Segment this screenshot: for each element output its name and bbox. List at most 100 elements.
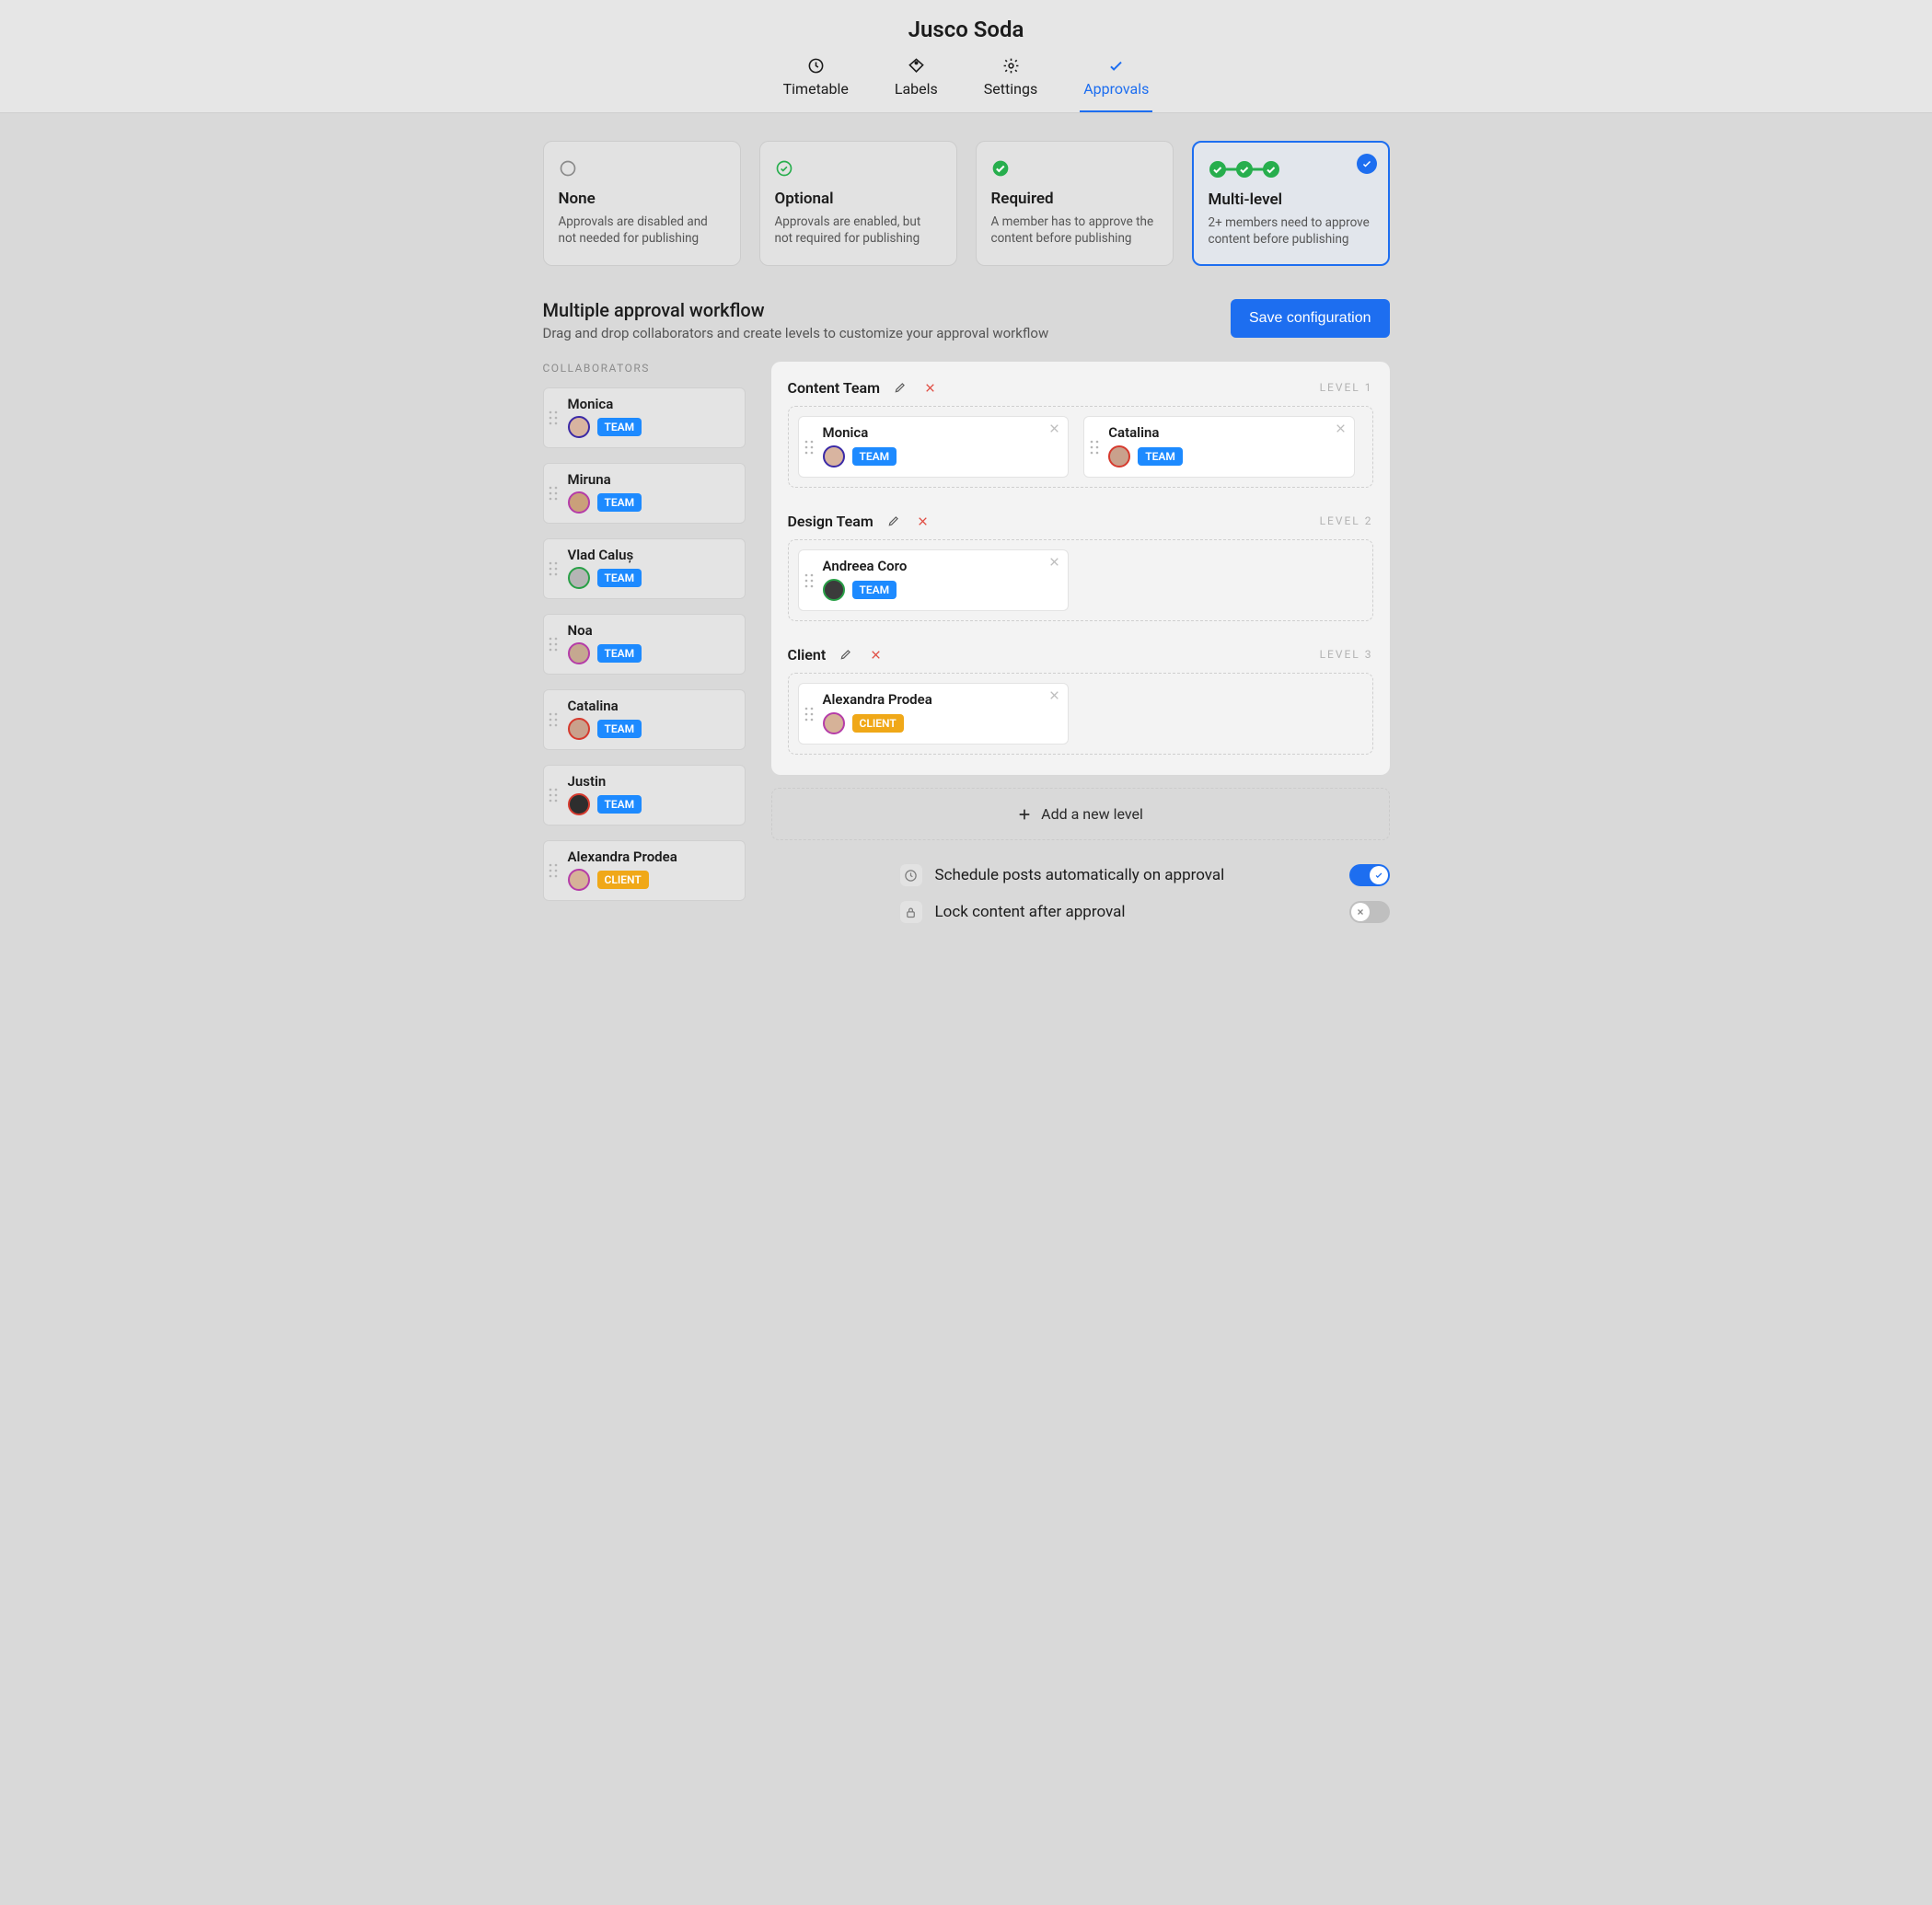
member-name: Monica bbox=[823, 424, 1043, 441]
avatar bbox=[823, 579, 845, 601]
check-outline-icon bbox=[775, 159, 793, 178]
level-member-chip[interactable]: Alexandra Prodea CLIENT bbox=[798, 683, 1070, 745]
card-multilevel[interactable]: Multi-level 2+ members need to approve c… bbox=[1192, 141, 1390, 266]
collaborator-item[interactable]: Vlad Caluș TEAM bbox=[543, 538, 746, 599]
remove-member-icon[interactable] bbox=[1048, 556, 1060, 568]
card-required[interactable]: Required A member has to approve the con… bbox=[976, 141, 1174, 266]
approval-level: Client LEVEL 3 Alexandra Prodea CLIENT bbox=[788, 645, 1373, 755]
drag-handle-icon[interactable] bbox=[544, 486, 562, 501]
level-title: Client bbox=[788, 646, 827, 664]
tab-timetable[interactable]: Timetable bbox=[780, 52, 852, 112]
collaborator-item[interactable]: Miruna TEAM bbox=[543, 463, 746, 524]
drag-handle-icon[interactable] bbox=[544, 863, 562, 878]
drag-handle-icon[interactable] bbox=[544, 561, 562, 576]
circle-icon bbox=[559, 159, 577, 178]
role-badge: TEAM bbox=[597, 720, 642, 738]
toggle-schedule[interactable] bbox=[1349, 864, 1390, 886]
level-member-chip[interactable]: Andreea Coro TEAM bbox=[798, 549, 1070, 611]
level-number-label: LEVEL 3 bbox=[1320, 648, 1373, 661]
role-badge: TEAM bbox=[597, 569, 642, 587]
delete-level-icon[interactable] bbox=[920, 378, 939, 397]
collaborator-name: Catalina bbox=[568, 698, 735, 714]
level-drop-zone[interactable]: Alexandra Prodea CLIENT bbox=[788, 673, 1373, 755]
card-desc: Approvals are enabled, but not required … bbox=[775, 214, 942, 247]
toggle-label: Schedule posts automatically on approval bbox=[935, 866, 1225, 884]
edit-level-icon[interactable] bbox=[891, 378, 909, 397]
card-title: Required bbox=[991, 190, 1158, 208]
role-badge: TEAM bbox=[597, 418, 642, 436]
avatar bbox=[568, 718, 590, 740]
level-member-chip[interactable]: Monica TEAM bbox=[798, 416, 1070, 478]
levels-panel: Content Team LEVEL 1 Monica TEAM Catalin… bbox=[771, 362, 1390, 775]
level-title: Design Team bbox=[788, 513, 873, 530]
avatar bbox=[568, 793, 590, 815]
toggle-options: Schedule posts automatically on approval… bbox=[771, 864, 1390, 923]
level-title: Content Team bbox=[788, 379, 881, 397]
drag-handle-icon[interactable] bbox=[799, 573, 819, 588]
drag-handle-icon[interactable] bbox=[544, 788, 562, 802]
header: Jusco Soda Timetable Labels Settings App… bbox=[0, 0, 1932, 113]
page-title: Jusco Soda bbox=[0, 17, 1932, 42]
remove-member-icon[interactable] bbox=[1048, 689, 1060, 701]
level-drop-zone[interactable]: Andreea Coro TEAM bbox=[788, 539, 1373, 621]
drag-handle-icon[interactable] bbox=[544, 637, 562, 652]
approval-level: Content Team LEVEL 1 Monica TEAM Catalin… bbox=[788, 378, 1373, 488]
toggle-lock[interactable] bbox=[1349, 901, 1390, 923]
drag-handle-icon[interactable] bbox=[1084, 440, 1105, 455]
check-chain-icon bbox=[1209, 160, 1280, 179]
collaborator-item[interactable]: Noa TEAM bbox=[543, 614, 746, 675]
remove-member-icon[interactable] bbox=[1048, 422, 1060, 434]
clock-icon bbox=[900, 864, 922, 886]
drag-handle-icon[interactable] bbox=[544, 712, 562, 727]
toggle-knob bbox=[1351, 903, 1370, 921]
check-icon bbox=[1107, 57, 1125, 75]
collaborator-item[interactable]: Alexandra Prodea CLIENT bbox=[543, 840, 746, 901]
toggle-knob bbox=[1370, 866, 1388, 884]
tab-labels[interactable]: Labels bbox=[891, 52, 942, 112]
role-badge: CLIENT bbox=[852, 714, 904, 733]
add-level-button[interactable]: Add a new level bbox=[771, 788, 1390, 840]
role-badge: TEAM bbox=[597, 644, 642, 663]
delete-level-icon[interactable] bbox=[914, 512, 932, 530]
level-drop-zone[interactable]: Monica TEAM Catalina TEAM bbox=[788, 406, 1373, 488]
toggle-schedule-row: Schedule posts automatically on approval bbox=[900, 864, 1390, 886]
workflow-title: Multiple approval workflow bbox=[543, 299, 1049, 321]
level-member-chip[interactable]: Catalina TEAM bbox=[1083, 416, 1355, 478]
card-none[interactable]: None Approvals are disabled and not need… bbox=[543, 141, 741, 266]
tab-settings[interactable]: Settings bbox=[980, 52, 1041, 112]
drag-handle-icon[interactable] bbox=[799, 440, 819, 455]
avatar bbox=[823, 712, 845, 734]
card-title: None bbox=[559, 190, 725, 208]
edit-level-icon[interactable] bbox=[885, 512, 903, 530]
collaborator-name: Justin bbox=[568, 773, 735, 790]
remove-member-icon[interactable] bbox=[1335, 422, 1347, 434]
level-number-label: LEVEL 1 bbox=[1320, 381, 1373, 394]
edit-level-icon[interactable] bbox=[837, 645, 855, 664]
delete-level-icon[interactable] bbox=[866, 645, 885, 664]
member-name: Catalina bbox=[1108, 424, 1328, 441]
collaborator-name: Monica bbox=[568, 396, 735, 412]
drag-handle-icon[interactable] bbox=[799, 707, 819, 722]
avatar bbox=[823, 445, 845, 468]
gear-icon bbox=[1002, 57, 1020, 75]
plus-icon bbox=[1017, 807, 1032, 822]
collaborator-item[interactable]: Justin TEAM bbox=[543, 765, 746, 826]
avatar bbox=[1108, 445, 1130, 468]
collaborator-name: Miruna bbox=[568, 471, 735, 488]
card-optional[interactable]: Optional Approvals are enabled, but not … bbox=[759, 141, 957, 266]
avatar bbox=[568, 567, 590, 589]
card-title: Optional bbox=[775, 190, 942, 208]
save-button[interactable]: Save configuration bbox=[1231, 299, 1390, 338]
workflow-subtitle: Drag and drop collaborators and create l… bbox=[543, 325, 1049, 341]
collaborator-name: Alexandra Prodea bbox=[568, 849, 735, 865]
tab-approvals[interactable]: Approvals bbox=[1080, 52, 1152, 112]
toggle-lock-row: Lock content after approval bbox=[900, 901, 1390, 923]
tag-icon bbox=[908, 57, 925, 75]
tab-label: Settings bbox=[984, 80, 1037, 98]
selected-badge-icon bbox=[1357, 154, 1377, 174]
collaborator-item[interactable]: Monica TEAM bbox=[543, 387, 746, 448]
drag-handle-icon[interactable] bbox=[544, 410, 562, 425]
collaborator-item[interactable]: Catalina TEAM bbox=[543, 689, 746, 750]
clock-icon bbox=[807, 57, 825, 75]
tab-label: Labels bbox=[895, 80, 938, 98]
